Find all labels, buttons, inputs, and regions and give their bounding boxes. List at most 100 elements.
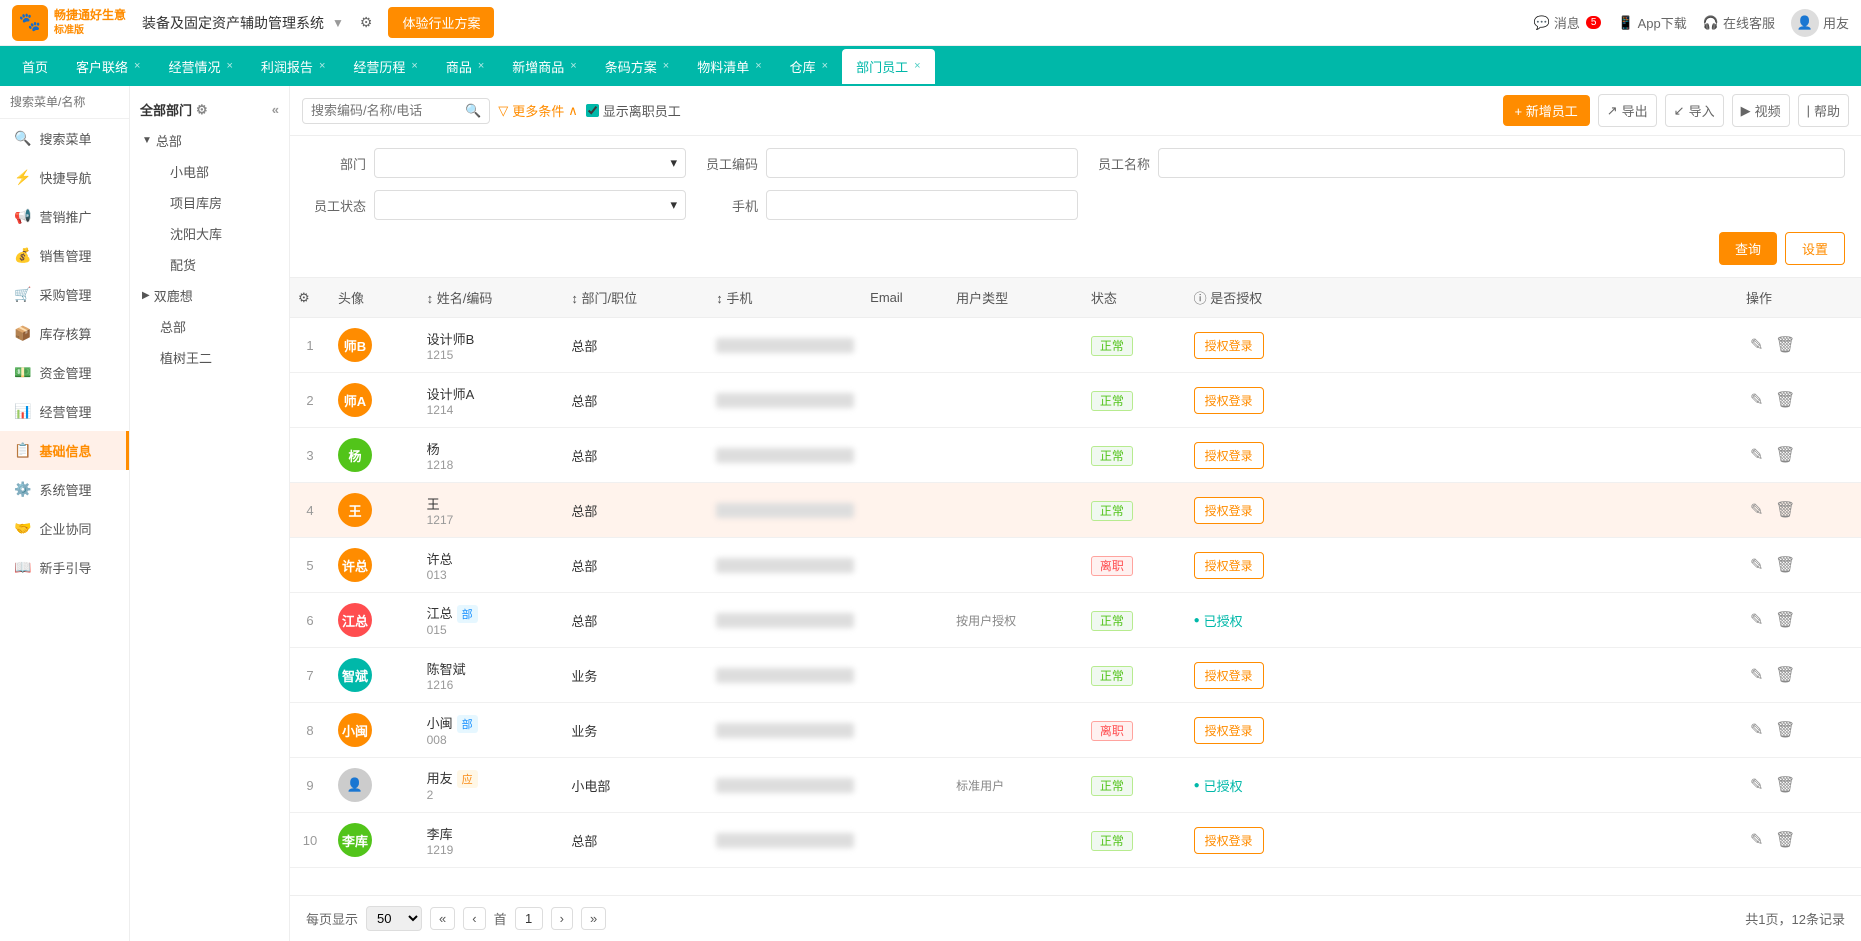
auth-login-button[interactable]: 授权登录 [1194,332,1264,359]
online-service-btn[interactable]: 🎧 在线客服 [1703,13,1775,32]
tab-close-icon[interactable]: × [319,60,325,72]
nav-tab-首页[interactable]: 首页 [8,49,62,84]
nav-tab-利润报告[interactable]: 利润报告× [247,49,339,84]
first-page-btn[interactable]: « [430,907,455,930]
dept-tree-item-双鹿想[interactable]: ▶双鹿想 [130,280,289,311]
employee-search-icon[interactable]: 🔍 [465,103,481,119]
edit-button[interactable]: ✎ [1746,553,1767,577]
user-profile[interactable]: 👤 用友 [1791,9,1849,37]
prev-page-btn[interactable]: ‹ [463,907,485,930]
auth-login-button[interactable]: 授权登录 [1194,552,1264,579]
left-nav-item-快捷导航[interactable]: ⚡快捷导航 [0,158,129,197]
auth-login-button[interactable]: 授权登录 [1194,717,1264,744]
nav-tab-物料清单[interactable]: 物料清单× [683,49,775,84]
tab-close-icon[interactable]: × [663,60,669,72]
reset-button[interactable]: 设置 [1785,232,1845,265]
show-resigned-checkbox[interactable] [586,104,599,117]
dept-tree-item-小电部[interactable]: 小电部 [130,156,289,187]
left-nav-item-库存核算[interactable]: 📦库存核算 [0,314,129,353]
per-page-select[interactable]: 50 100 [366,906,422,931]
left-nav-item-营销推广[interactable]: 📢营销推广 [0,197,129,236]
employee-search-input[interactable] [311,103,461,118]
auth-login-button[interactable]: 授权登录 [1194,497,1264,524]
delete-button[interactable]: 🗑 [1771,718,1799,742]
edit-button[interactable]: ✎ [1746,663,1767,687]
add-employee-button[interactable]: + 新增员工 [1503,95,1590,126]
col-settings[interactable]: ⚙ [290,278,330,318]
tab-close-icon[interactable]: × [755,60,761,72]
col-name[interactable]: ↕ 姓名/编码 [419,278,564,318]
delete-button[interactable]: 🗑 [1771,443,1799,467]
dept-tree-item-总部[interactable]: 总部 [130,311,289,342]
filter-dept-select[interactable]: ▾ [374,148,686,178]
tab-close-icon[interactable]: × [914,60,920,72]
video-button[interactable]: ▶ 视频 [1732,94,1790,127]
nav-tab-客户联络[interactable]: 客户联络× [62,49,154,84]
auth-login-button[interactable]: 授权登录 [1194,387,1264,414]
dept-tree-settings-icon[interactable]: ⚙ [196,102,208,118]
left-nav-item-采购管理[interactable]: 🛒采购管理 [0,275,129,314]
nav-tab-经营情况[interactable]: 经营情况× [154,49,246,84]
col-dept[interactable]: ↕ 部门/职位 [563,278,708,318]
edit-button[interactable]: ✎ [1746,443,1767,467]
col-phone[interactable]: ↕ 手机 [708,278,862,318]
left-nav-item-销售管理[interactable]: 💰销售管理 [0,236,129,275]
dept-tree-all-label[interactable]: 全部部门 [140,100,192,119]
dept-tree-item-沈阳大库[interactable]: 沈阳大库 [130,218,289,249]
nav-tab-条码方案[interactable]: 条码方案× [591,49,683,84]
auth-login-button[interactable]: 授权登录 [1194,442,1264,469]
dept-tree-item-项目库房[interactable]: 项目库房 [130,187,289,218]
delete-button[interactable]: 🗑 [1771,828,1799,852]
tab-close-icon[interactable]: × [822,60,828,72]
left-nav-item-企业协同[interactable]: 🤝企业协同 [0,509,129,548]
filter-empcode-input[interactable] [766,148,1078,178]
delete-button[interactable]: 🗑 [1771,553,1799,577]
more-filter-btn[interactable]: ▽ 更多条件 ∧ [498,101,578,120]
next-page-btn[interactable]: › [551,907,573,930]
dept-tree-item-植树王二[interactable]: 植树王二 [130,342,289,373]
app-download-btn[interactable]: 📱 App下载 [1617,13,1686,32]
nav-tab-仓库[interactable]: 仓库× [776,49,842,84]
settings-icon[interactable]: ⚙ [360,14,373,31]
filter-status-select[interactable]: ▾ [374,190,686,220]
delete-button[interactable]: 🗑 [1771,498,1799,522]
auth-login-button[interactable]: 授权登录 [1194,827,1264,854]
delete-button[interactable]: 🗑 [1771,608,1799,632]
edit-button[interactable]: ✎ [1746,828,1767,852]
left-nav-item-新手引导[interactable]: 📖新手引导 [0,548,129,587]
nav-tab-商品[interactable]: 商品× [432,49,498,84]
system-dropdown-icon[interactable]: ▼ [332,16,344,30]
left-nav-item-经营管理[interactable]: 📊经营管理 [0,392,129,431]
left-nav-item-系统管理[interactable]: ⚙️系统管理 [0,470,129,509]
tab-close-icon[interactable]: × [570,60,576,72]
filter-empname-input[interactable] [1158,148,1845,178]
delete-button[interactable]: 🗑 [1771,333,1799,357]
tab-close-icon[interactable]: × [226,60,232,72]
import-button[interactable]: ↙ 导入 [1665,94,1724,127]
nav-tab-新增商品[interactable]: 新增商品× [498,49,590,84]
filter-phone-input[interactable] [766,190,1078,220]
show-resigned-toggle[interactable]: 显示离职员工 [586,101,681,120]
edit-button[interactable]: ✎ [1746,388,1767,412]
edit-button[interactable]: ✎ [1746,333,1767,357]
nav-tab-部门员工[interactable]: 部门员工× [842,49,934,84]
dept-tree-item-配货[interactable]: 配货 [130,249,289,280]
help-button[interactable]: | 帮助 [1798,94,1849,127]
tab-close-icon[interactable]: × [478,60,484,72]
auth-login-button[interactable]: 授权登录 [1194,662,1264,689]
delete-button[interactable]: 🗑 [1771,388,1799,412]
export-button[interactable]: ↗ 导出 [1598,94,1657,127]
edit-button[interactable]: ✎ [1746,718,1767,742]
edit-button[interactable]: ✎ [1746,773,1767,797]
last-page-btn[interactable]: » [581,907,606,930]
delete-button[interactable]: 🗑 [1771,663,1799,687]
tab-close-icon[interactable]: × [134,60,140,72]
dept-tree-collapse-btn[interactable]: « [272,102,279,117]
left-nav-item-资金管理[interactable]: 💵资金管理 [0,353,129,392]
try-btn[interactable]: 体验行业方案 [388,7,494,38]
tab-close-icon[interactable]: × [411,60,417,72]
delete-button[interactable]: 🗑 [1771,773,1799,797]
left-nav-item-基础信息[interactable]: 📋基础信息 [0,431,129,470]
messages-btn[interactable]: 💬 消息 5 [1534,13,1602,32]
edit-button[interactable]: ✎ [1746,608,1767,632]
